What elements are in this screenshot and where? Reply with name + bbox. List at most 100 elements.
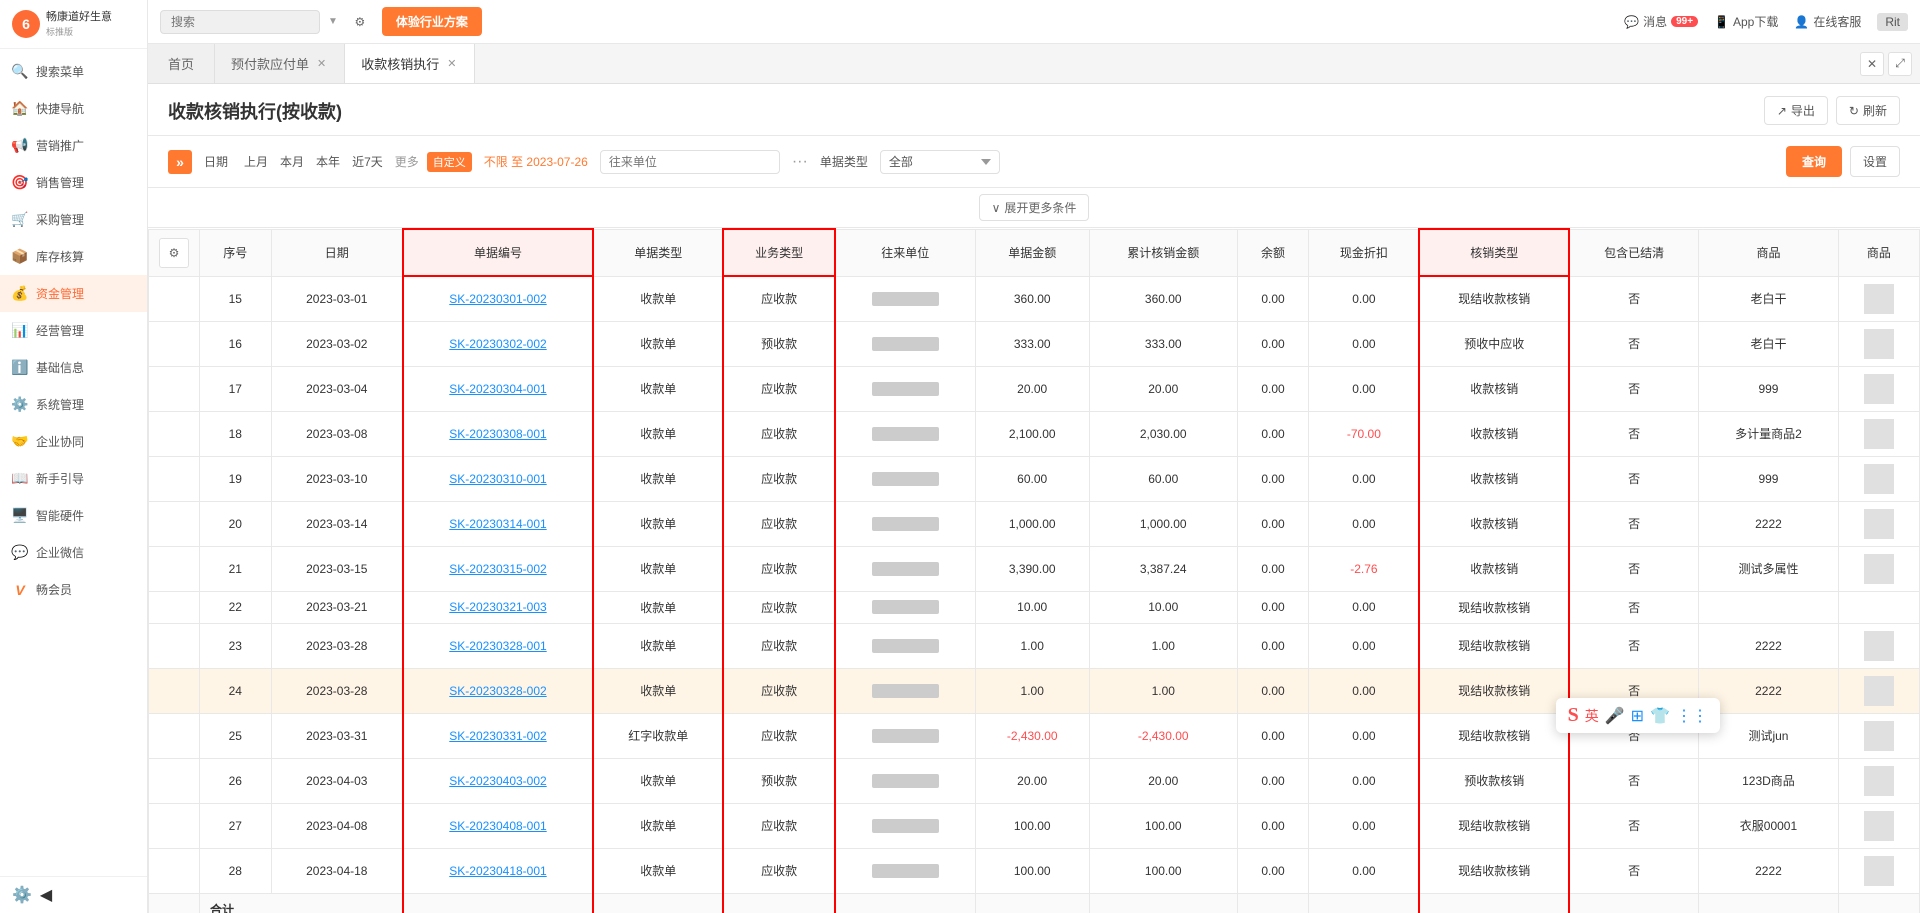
hardware-icon: 🖥️ (12, 508, 28, 524)
sidebar-item-guide[interactable]: 📖 新手引导 (0, 460, 147, 497)
bill-no-link[interactable]: SK-20230321-003 (449, 600, 546, 614)
sidebar-item-hardware[interactable]: 🖥️ 智能硬件 (0, 497, 147, 534)
sidebar-item-system[interactable]: ⚙️ 系统管理 (0, 386, 147, 423)
date-this-month[interactable]: 本月 (276, 151, 308, 172)
tab-collection[interactable]: 收款核销执行 ✕ (345, 44, 475, 83)
sidebar-item-quicknav[interactable]: 🏠 快捷导航 (0, 90, 147, 127)
cell-balance: 0.00 (1237, 456, 1309, 501)
cell-cash-discount: -2.76 (1309, 546, 1420, 591)
sidebar-item-sales[interactable]: 🎯 销售管理 (0, 164, 147, 201)
footer-partner (835, 893, 975, 913)
online-support-area[interactable]: 👤 在线客服 (1794, 13, 1861, 30)
cell-bill-amount: 60.00 (975, 456, 1089, 501)
table-row: 28 2023-04-18 SK-20230418-001 收款单 应收款 10… (149, 848, 1920, 893)
cell-seq: 21 (200, 546, 272, 591)
cell-seq: 28 (200, 848, 272, 893)
sidebar-item-member[interactable]: V 畅会员 (0, 571, 147, 608)
filter-toggle-button[interactable]: » (168, 150, 192, 174)
bill-no-link[interactable]: SK-20230310-001 (449, 472, 546, 486)
cell-partner (835, 668, 975, 713)
tab-home[interactable]: 首页 (148, 44, 215, 83)
tab-expand-btn[interactable]: ⤢ (1888, 52, 1912, 76)
partner-filter-input[interactable] (600, 150, 780, 174)
bill-no-link[interactable]: SK-20230301-002 (449, 292, 546, 306)
cell-bill-type: 收款单 (593, 848, 723, 893)
cell-bill-type: 收款单 (593, 591, 723, 623)
cell-product2 (1838, 546, 1919, 591)
bill-no-link[interactable]: SK-20230308-001 (449, 427, 546, 441)
marketing-icon: 📢 (12, 138, 28, 154)
sidebar-item-marketing[interactable]: 📢 营销推广 (0, 127, 147, 164)
watermark-s-icon: S (1568, 704, 1579, 727)
cell-product2 (1838, 276, 1919, 321)
query-button[interactable]: 查询 (1786, 146, 1842, 177)
settings-button[interactable]: 设置 (1850, 146, 1900, 177)
cell-include-settled: 否 (1569, 276, 1699, 321)
cell-date: 2023-03-31 (271, 713, 403, 758)
bill-no-link[interactable]: SK-20230408-001 (449, 819, 546, 833)
sidebar-logo: 6 畅康道好生意 标推版 (0, 0, 147, 49)
topbar-gear-icon[interactable]: ⚙ (346, 8, 374, 36)
notification-area[interactable]: 💬 消息 99+ (1624, 13, 1698, 30)
search-input[interactable] (160, 10, 320, 34)
bill-no-link[interactable]: SK-20230302-002 (449, 337, 546, 351)
inventory-icon: 📦 (12, 249, 28, 265)
bill-no-link[interactable]: SK-20230331-002 (449, 729, 546, 743)
cell-gear (149, 456, 200, 501)
partner-more-icon[interactable]: ··· (792, 153, 808, 171)
bill-no-link[interactable]: SK-20230403-002 (449, 774, 546, 788)
cell-partner (835, 456, 975, 501)
bill-no-link[interactable]: SK-20230314-001 (449, 517, 546, 531)
sidebar-item-operations[interactable]: 📊 经营管理 (0, 312, 147, 349)
online-support-label: 在线客服 (1813, 13, 1861, 30)
cell-seq: 23 (200, 623, 272, 668)
export-button[interactable]: ↗ 导出 (1764, 96, 1828, 125)
sidebar-item-purchase[interactable]: 🛒 采购管理 (0, 201, 147, 238)
tab-close-btn[interactable]: ✕ (1860, 52, 1884, 76)
date-this-year[interactable]: 本年 (312, 151, 344, 172)
cell-cancel-type: 现结收款核销 (1419, 803, 1569, 848)
bill-no-link[interactable]: SK-20230418-001 (449, 864, 546, 878)
tab-payment-close[interactable]: ✕ (315, 55, 328, 72)
tab-collection-close[interactable]: ✕ (445, 55, 458, 72)
sidebar-item-basic[interactable]: ℹ️ 基础信息 (0, 349, 147, 386)
sidebar-item-finance[interactable]: 💰 资金管理 (0, 275, 147, 312)
sidebar-item-cooperation[interactable]: 🤝 企业协同 (0, 423, 147, 460)
bill-no-link[interactable]: SK-20230315-002 (449, 562, 546, 576)
industry-solution-button[interactable]: 体验行业方案 (382, 7, 482, 36)
expand-conditions-button[interactable]: ∨ 展开更多条件 (979, 194, 1090, 221)
settings-footer-icon[interactable]: ⚙️ (12, 885, 32, 905)
tab-payment[interactable]: 预付款应付单 ✕ (215, 44, 345, 83)
col-settings-icon[interactable]: ⚙ (159, 238, 189, 268)
sidebar-item-search[interactable]: 🔍 搜索菜单 (0, 53, 147, 90)
footer-biz-type (723, 893, 834, 913)
data-table: ⚙ 序号 日期 单据编号 单据类型 业务类型 往来单位 单据金额 累计核销金额 … (148, 228, 1920, 913)
bill-no-link[interactable]: SK-20230304-001 (449, 382, 546, 396)
user-area[interactable]: Rit (1877, 13, 1908, 31)
date-last-7-days[interactable]: 近7天 (348, 151, 387, 172)
bill-no-link[interactable]: SK-20230328-002 (449, 684, 546, 698)
sidebar-item-wechat[interactable]: 💬 企业微信 (0, 534, 147, 571)
notification-icon: 💬 (1624, 15, 1639, 29)
date-more[interactable]: 更多 (391, 151, 423, 172)
cell-product2 (1838, 848, 1919, 893)
cell-include-settled: 否 (1569, 546, 1699, 591)
cell-balance: 0.00 (1237, 591, 1309, 623)
collapse-icon[interactable]: ◀ (40, 885, 52, 905)
cell-date: 2023-03-14 (271, 501, 403, 546)
app-download-area[interactable]: 📱 App下载 (1714, 13, 1778, 30)
cell-partner (835, 623, 975, 668)
table-container[interactable]: ⚙ 序号 日期 单据编号 单据类型 业务类型 往来单位 单据金额 累计核销金额 … (148, 228, 1920, 913)
cell-partner (835, 546, 975, 591)
sidebar-item-inventory[interactable]: 📦 库存核算 (0, 238, 147, 275)
date-last-month[interactable]: 上月 (240, 151, 272, 172)
col-header-gear[interactable]: ⚙ (149, 229, 200, 276)
refresh-button[interactable]: ↻ 刷新 (1836, 96, 1900, 125)
cell-biz-type: 预收款 (723, 758, 834, 803)
bill-no-link[interactable]: SK-20230328-001 (449, 639, 546, 653)
date-custom-btn[interactable]: 自定义 (427, 152, 472, 172)
bill-type-select[interactable]: 全部 收款单 红字收款单 (880, 150, 1000, 174)
cell-biz-type: 预收款 (723, 321, 834, 366)
cell-bill-no: SK-20230310-001 (403, 456, 593, 501)
cell-bill-no: SK-20230403-002 (403, 758, 593, 803)
